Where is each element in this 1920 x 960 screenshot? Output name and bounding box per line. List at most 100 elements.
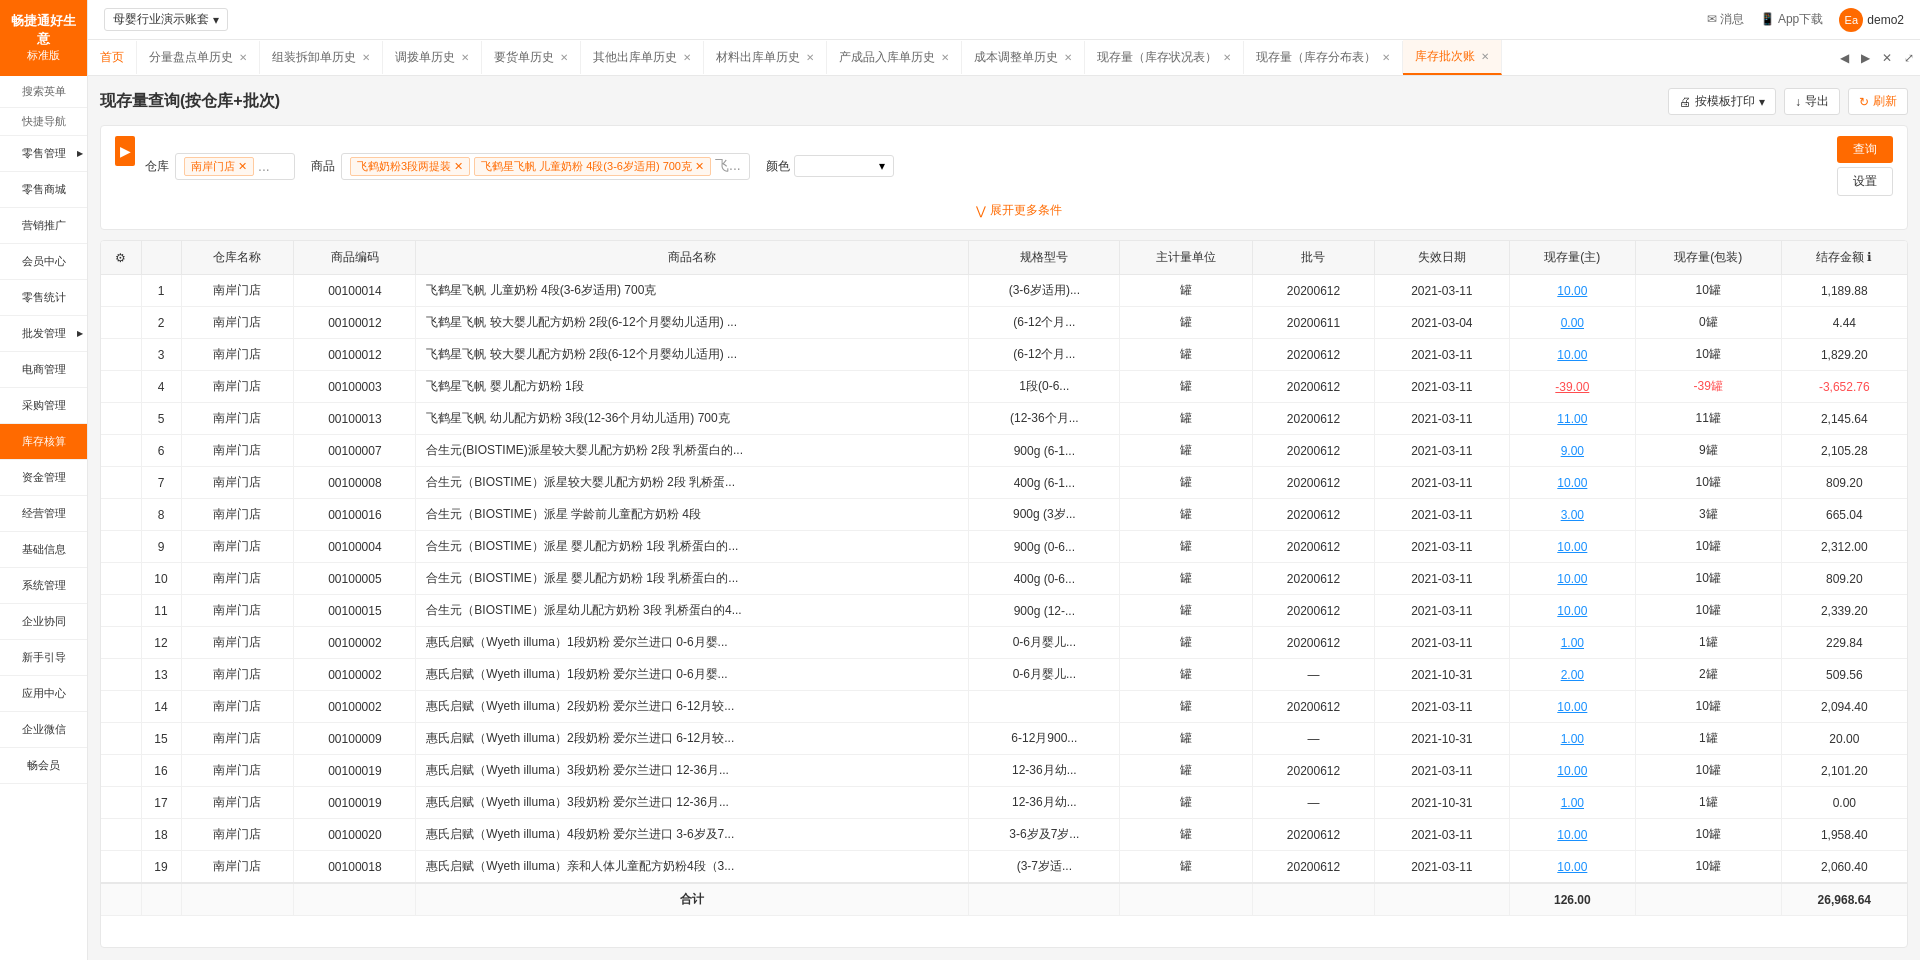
sidebar-search-label[interactable]: 搜索英单 [0, 76, 87, 108]
cell-qty-main[interactable]: 10.00 [1509, 819, 1635, 851]
tab-current-inventory-status[interactable]: 现存量（库存状况表）✕ [1085, 41, 1244, 74]
cell-settings[interactable] [101, 371, 141, 403]
cell-settings[interactable] [101, 435, 141, 467]
tab-close-product-inbound-history[interactable]: ✕ [941, 52, 949, 63]
tab-close-current-inventory-distribution[interactable]: ✕ [1382, 52, 1390, 63]
cell-settings[interactable] [101, 339, 141, 371]
export-button[interactable]: ↓ 导出 [1784, 88, 1840, 115]
cell-settings[interactable] [101, 563, 141, 595]
cell-settings[interactable] [101, 851, 141, 884]
tab-other-outbound-history[interactable]: 其他出库单历史✕ [581, 41, 704, 74]
tab-transfer-history[interactable]: 调拨单历史✕ [383, 41, 482, 74]
cell-qty-main[interactable]: 1.00 [1509, 627, 1635, 659]
tab-close-current-inventory-status[interactable]: ✕ [1223, 52, 1231, 63]
sidebar-item-finance[interactable]: 资金管理 [0, 460, 87, 496]
product-input[interactable]: 飞鹤奶粉3段两提装 ✕ 飞鹤星飞帆 儿童奶粉 4段(3-6岁适用) 700克 ✕… [341, 153, 750, 180]
tab-current-inventory-distribution[interactable]: 现存量（库存分布表）✕ [1244, 41, 1403, 74]
expand-more-conditions[interactable]: ⋁ 展开更多条件 [145, 202, 1893, 219]
cell-settings[interactable] [101, 531, 141, 563]
print-button[interactable]: 🖨 按模板打印 ▾ [1668, 88, 1776, 115]
sidebar-item-retail-shop[interactable]: 零售商城 [0, 172, 87, 208]
tab-close-batch-voucher[interactable]: ✕ [1481, 51, 1489, 62]
col-settings-header[interactable]: ⚙ [101, 241, 141, 275]
cell-qty-main[interactable]: 9.00 [1509, 435, 1635, 467]
color-dropdown[interactable]: ▾ [794, 155, 894, 177]
product-tag-0-remove[interactable]: ✕ [454, 160, 463, 173]
warehouse-input[interactable]: 南岸门店 ✕ ... [175, 153, 295, 180]
cell-settings[interactable] [101, 627, 141, 659]
cell-settings[interactable] [101, 275, 141, 307]
cell-qty-main[interactable]: 0.00 [1509, 307, 1635, 339]
cell-qty-main[interactable]: 1.00 [1509, 723, 1635, 755]
cell-settings[interactable] [101, 787, 141, 819]
tab-material-outbound-history[interactable]: 材料出库单历史✕ [704, 41, 827, 74]
tab-cost-adjustment-history[interactable]: 成本调整单历史✕ [962, 41, 1085, 74]
tab-scroll-right[interactable]: ▶ [1855, 43, 1876, 73]
sidebar-item-basic-info[interactable]: 基础信息 [0, 532, 87, 568]
cell-qty-main[interactable]: 10.00 [1509, 339, 1635, 371]
tab-close-requisition-history[interactable]: ✕ [560, 52, 568, 63]
sidebar-item-member-center[interactable]: 会员中心 [0, 244, 87, 280]
cell-qty-main[interactable]: 10.00 [1509, 691, 1635, 723]
cell-settings[interactable] [101, 755, 141, 787]
tab-close-split-inventory-history[interactable]: ✕ [239, 52, 247, 63]
cell-settings[interactable] [101, 307, 141, 339]
query-button[interactable]: 查询 [1837, 136, 1893, 163]
tab-close-transfer-history[interactable]: ✕ [461, 52, 469, 63]
cell-qty-main[interactable]: 10.00 [1509, 851, 1635, 884]
refresh-button[interactable]: ↻ 刷新 [1848, 88, 1908, 115]
cell-qty-main[interactable]: 2.00 [1509, 659, 1635, 691]
sidebar-item-inventory[interactable]: 库存核算 [0, 424, 87, 460]
settings-button[interactable]: 设置 [1837, 167, 1893, 196]
cell-settings[interactable] [101, 403, 141, 435]
tab-batch-voucher[interactable]: 库存批次账✕ [1403, 40, 1502, 75]
cell-qty-main[interactable]: 1.00 [1509, 787, 1635, 819]
sidebar-item-enterprise[interactable]: 企业协同 [0, 604, 87, 640]
tab-product-inbound-history[interactable]: 产成品入库单历史✕ [827, 41, 962, 74]
tab-close-cost-adjustment-history[interactable]: ✕ [1064, 52, 1072, 63]
sidebar-item-purchase-mgmt[interactable]: 采购管理 [0, 388, 87, 424]
cell-qty-main[interactable]: 10.00 [1509, 467, 1635, 499]
cell-qty-main[interactable]: 10.00 [1509, 755, 1635, 787]
account-selector[interactable]: 母婴行业演示账套 ▾ [104, 8, 228, 31]
tab-home[interactable]: 首页 [88, 41, 137, 74]
sidebar-item-new-guide[interactable]: 新手引导 [0, 640, 87, 676]
cell-settings[interactable] [101, 691, 141, 723]
product-tag-1-remove[interactable]: ✕ [695, 160, 704, 173]
sidebar-item-marketing[interactable]: 营销推广 [0, 208, 87, 244]
tab-close-material-outbound-history[interactable]: ✕ [806, 52, 814, 63]
tab-close-other-outbound-history[interactable]: ✕ [683, 52, 691, 63]
tab-requisition-history[interactable]: 要货单历史✕ [482, 41, 581, 74]
cell-qty-main[interactable]: 10.00 [1509, 595, 1635, 627]
cell-settings[interactable] [101, 819, 141, 851]
message-link[interactable]: ✉ 消息 [1707, 11, 1744, 28]
tab-disassembly-history[interactable]: 组装拆卸单历史✕ [260, 41, 383, 74]
app-download-link[interactable]: 📱 App下载 [1760, 11, 1823, 28]
cell-qty-main[interactable]: 10.00 [1509, 563, 1635, 595]
warehouse-tag-remove[interactable]: ✕ [238, 160, 247, 173]
cell-qty-main[interactable]: 3.00 [1509, 499, 1635, 531]
sidebar-item-retail-mgmt[interactable]: 零售管理▶ [0, 136, 87, 172]
sidebar-item-app-center[interactable]: 应用中心 [0, 676, 87, 712]
cell-settings[interactable] [101, 499, 141, 531]
sidebar-item-enterprise-wechat[interactable]: 企业微信 [0, 712, 87, 748]
sidebar-item-business-mgmt[interactable]: 经营管理 [0, 496, 87, 532]
cell-settings[interactable] [101, 659, 141, 691]
cell-settings[interactable] [101, 595, 141, 627]
sidebar-quick-nav[interactable]: 快捷导航 [0, 108, 87, 136]
sidebar-item-ecommerce[interactable]: 电商管理 [0, 352, 87, 388]
cell-qty-main[interactable]: 10.00 [1509, 275, 1635, 307]
sidebar-item-wholesale-mgmt[interactable]: 批发管理▶ [0, 316, 87, 352]
filter-expand-arrow[interactable]: ▶ [115, 136, 135, 166]
cell-qty-main[interactable]: 11.00 [1509, 403, 1635, 435]
sidebar-item-sys-mgmt[interactable]: 系统管理 [0, 568, 87, 604]
cell-qty-main[interactable]: -39.00 [1509, 371, 1635, 403]
sidebar-item-member-card[interactable]: 畅会员 [0, 748, 87, 784]
user-avatar[interactable]: Ea demo2 [1839, 8, 1904, 32]
tab-close-all[interactable]: ✕ [1876, 43, 1898, 73]
tab-close-disassembly-history[interactable]: ✕ [362, 52, 370, 63]
tab-split-inventory-history[interactable]: 分量盘点单历史✕ [137, 41, 260, 74]
tab-scroll-left[interactable]: ◀ [1834, 43, 1855, 73]
cell-settings[interactable] [101, 467, 141, 499]
tab-expand[interactable]: ⤢ [1898, 43, 1920, 73]
